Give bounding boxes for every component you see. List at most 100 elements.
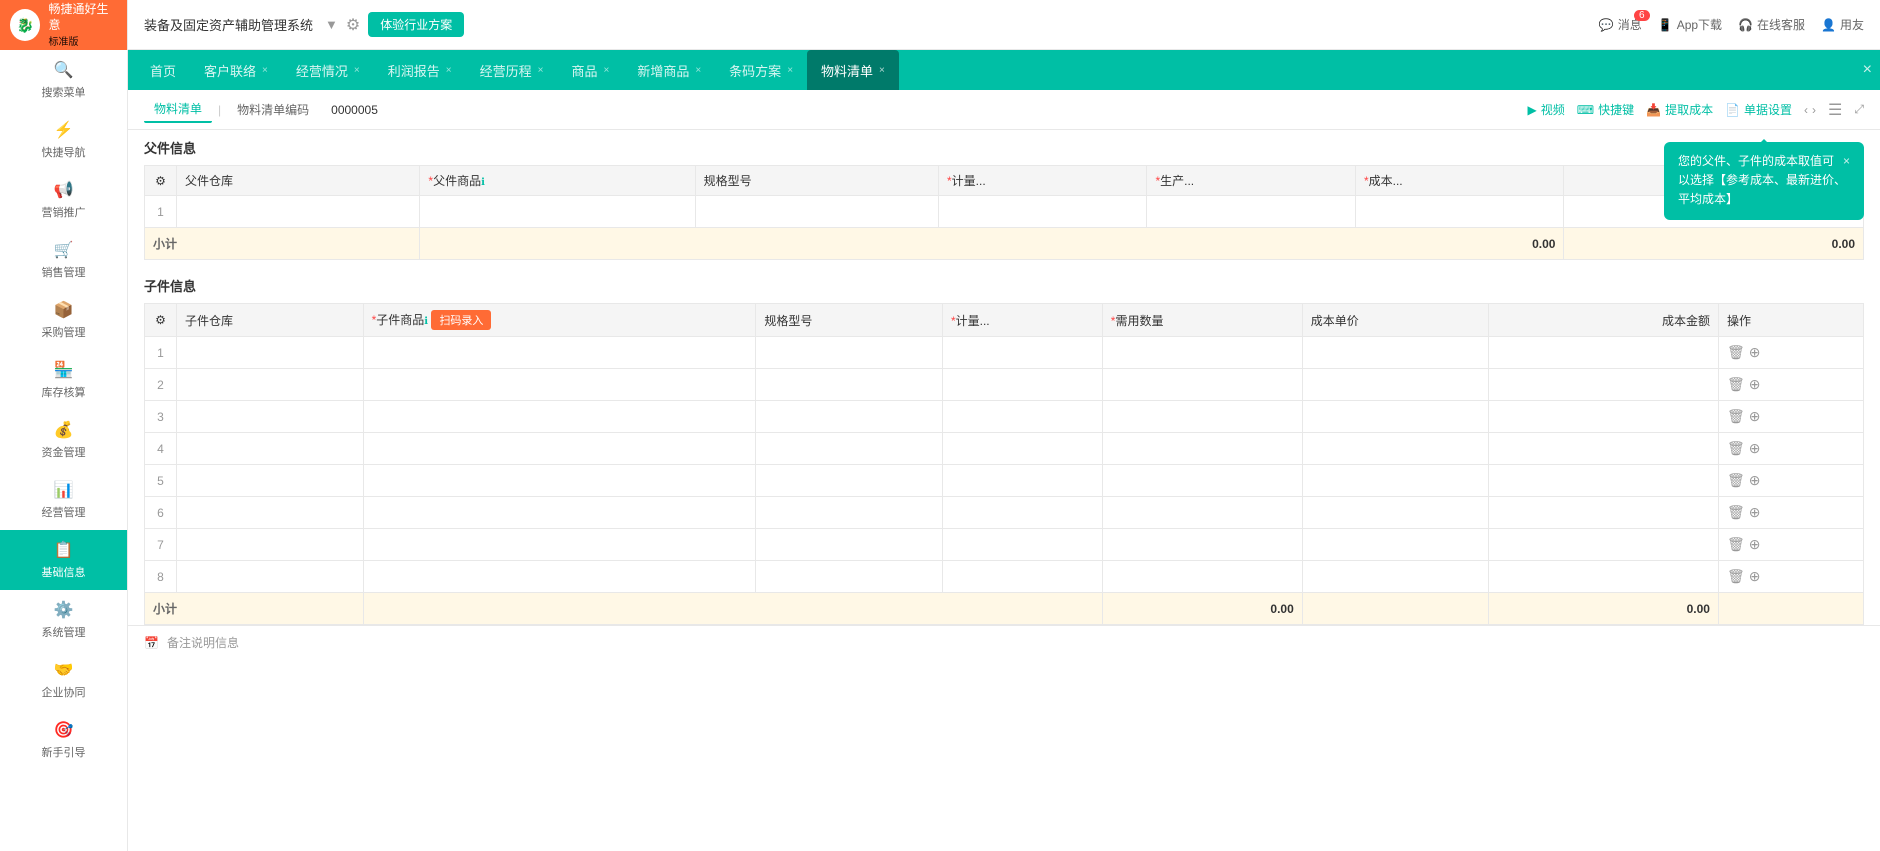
copy-row-button[interactable]: ⊕ bbox=[1749, 408, 1761, 425]
child-row-unit-cost[interactable] bbox=[1302, 465, 1489, 497]
child-row-qty[interactable] bbox=[942, 433, 1102, 465]
tab-add-goods[interactable]: 新增商品 × bbox=[623, 50, 715, 90]
child-row-warehouse[interactable] bbox=[177, 401, 364, 433]
child-row-qty[interactable] bbox=[942, 497, 1102, 529]
tab-goods[interactable]: 商品 × bbox=[557, 50, 623, 90]
child-row-qty[interactable] bbox=[942, 529, 1102, 561]
tab-profit-report-close[interactable]: × bbox=[446, 65, 452, 76]
child-row-spec[interactable] bbox=[756, 337, 943, 369]
tab-operation-history[interactable]: 经营历程 × bbox=[466, 50, 558, 90]
delete-row-button[interactable]: 🗑 bbox=[1727, 376, 1745, 393]
child-row-qty[interactable] bbox=[942, 401, 1102, 433]
single-settings-button[interactable]: 📄 单据设置 bbox=[1725, 101, 1792, 118]
shortcut-button[interactable]: ⌨ 快捷键 bbox=[1577, 101, 1634, 118]
child-row-unit-cost[interactable] bbox=[1302, 561, 1489, 593]
nav-prev-button[interactable]: ‹ bbox=[1804, 103, 1808, 117]
child-row-unit-cost[interactable] bbox=[1302, 529, 1489, 561]
sub-tab-bom-list[interactable]: 物料清单 bbox=[144, 96, 212, 123]
sidebar-item-inventory[interactable]: 🏪 库存核算 bbox=[0, 350, 127, 410]
sidebar-item-system[interactable]: ⚙️ 系统管理 bbox=[0, 590, 127, 650]
child-row-goods[interactable] bbox=[363, 529, 756, 561]
online-service-button[interactable]: 🎧 在线客服 bbox=[1738, 16, 1805, 33]
child-row-needed-qty[interactable] bbox=[1102, 433, 1302, 465]
child-row-unit-cost[interactable] bbox=[1302, 401, 1489, 433]
parent-row-spec[interactable] bbox=[695, 196, 938, 228]
child-row-goods[interactable] bbox=[363, 497, 756, 529]
tab-add-goods-close[interactable]: × bbox=[695, 65, 701, 76]
child-row-warehouse[interactable] bbox=[177, 433, 364, 465]
child-row-qty[interactable] bbox=[942, 337, 1102, 369]
child-row-needed-qty[interactable] bbox=[1102, 401, 1302, 433]
sidebar-item-basic[interactable]: 📋 基础信息 bbox=[0, 530, 127, 590]
child-row-spec[interactable] bbox=[756, 561, 943, 593]
sidebar-item-marketing[interactable]: 📢 营销推广 bbox=[0, 170, 127, 230]
tab-bom-close[interactable]: × bbox=[879, 65, 885, 76]
close-all-tabs-button[interactable]: × bbox=[1863, 61, 1872, 79]
child-row-qty[interactable] bbox=[942, 369, 1102, 401]
tab-barcode[interactable]: 条码方案 × bbox=[715, 50, 807, 90]
child-row-goods[interactable] bbox=[363, 561, 756, 593]
nav-next-button[interactable]: › bbox=[1812, 103, 1816, 117]
message-button[interactable]: 💬 6 消息 bbox=[1599, 16, 1642, 33]
child-row-unit-cost[interactable] bbox=[1302, 369, 1489, 401]
fullscreen-button[interactable]: ⤢ bbox=[1854, 102, 1864, 117]
child-row-goods[interactable] bbox=[363, 369, 756, 401]
child-row-warehouse[interactable] bbox=[177, 337, 364, 369]
tab-customer[interactable]: 客户联络 × bbox=[190, 50, 282, 90]
delete-row-button[interactable]: 🗑 bbox=[1727, 344, 1745, 361]
copy-row-button[interactable]: ⊕ bbox=[1749, 376, 1761, 393]
child-row-goods[interactable] bbox=[363, 433, 756, 465]
child-row-warehouse[interactable] bbox=[177, 561, 364, 593]
delete-row-button[interactable]: 🗑 bbox=[1727, 408, 1745, 425]
child-row-unit-cost[interactable] bbox=[1302, 337, 1489, 369]
delete-row-button[interactable]: 🗑 bbox=[1727, 440, 1745, 457]
parent-row-cost[interactable] bbox=[1355, 196, 1563, 228]
delete-row-button[interactable]: 🗑 bbox=[1727, 536, 1745, 553]
tab-home[interactable]: 首页 bbox=[136, 50, 190, 90]
child-row-qty[interactable] bbox=[942, 561, 1102, 593]
settings-icon[interactable]: ⚙ bbox=[346, 15, 360, 35]
child-row-spec[interactable] bbox=[756, 465, 943, 497]
tab-goods-close[interactable]: × bbox=[603, 65, 609, 76]
child-row-needed-qty[interactable] bbox=[1102, 369, 1302, 401]
child-row-spec[interactable] bbox=[756, 401, 943, 433]
child-row-spec[interactable] bbox=[756, 529, 943, 561]
sidebar-item-operation[interactable]: 📊 经营管理 bbox=[0, 470, 127, 530]
copy-row-button[interactable]: ⊕ bbox=[1749, 440, 1761, 457]
tab-bom[interactable]: 物料清单 × bbox=[807, 50, 899, 90]
child-row-needed-qty[interactable] bbox=[1102, 465, 1302, 497]
sidebar-item-purchase[interactable]: 📦 采购管理 bbox=[0, 290, 127, 350]
sidebar-item-search[interactable]: 🔍 搜索菜单 bbox=[0, 50, 127, 110]
tooltip-close-button[interactable]: × bbox=[1843, 152, 1850, 171]
tab-customer-close[interactable]: × bbox=[262, 65, 268, 76]
copy-row-button[interactable]: ⊕ bbox=[1749, 344, 1761, 361]
copy-row-button[interactable]: ⊕ bbox=[1749, 504, 1761, 521]
extract-cost-button[interactable]: 📥 提取成本 bbox=[1646, 101, 1713, 118]
delete-row-button[interactable]: 🗑 bbox=[1727, 504, 1745, 521]
parent-row-warehouse[interactable] bbox=[177, 196, 420, 228]
sidebar-item-guide[interactable]: 🎯 新手引导 bbox=[0, 710, 127, 770]
child-row-unit-cost[interactable] bbox=[1302, 433, 1489, 465]
child-row-unit-cost[interactable] bbox=[1302, 497, 1489, 529]
sidebar-item-finance[interactable]: 💰 资金管理 bbox=[0, 410, 127, 470]
view-video-button[interactable]: ▶ 视频 bbox=[1528, 101, 1565, 118]
tab-operation-status-close[interactable]: × bbox=[354, 65, 360, 76]
sub-tab-bom-code[interactable]: 物料清单编码 bbox=[227, 97, 319, 122]
child-row-spec[interactable] bbox=[756, 497, 943, 529]
sidebar-item-collab[interactable]: 🤝 企业协同 bbox=[0, 650, 127, 710]
child-row-needed-qty[interactable] bbox=[1102, 561, 1302, 593]
system-dropdown-icon[interactable]: ▼ bbox=[325, 17, 338, 32]
child-row-needed-qty[interactable] bbox=[1102, 529, 1302, 561]
tab-barcode-close[interactable]: × bbox=[787, 65, 793, 76]
child-row-goods[interactable] bbox=[363, 465, 756, 497]
delete-row-button[interactable]: 🗑 bbox=[1727, 568, 1745, 585]
child-row-warehouse[interactable] bbox=[177, 497, 364, 529]
view-mode-button[interactable]: ☰ bbox=[1828, 100, 1842, 120]
trial-button[interactable]: 体验行业方案 bbox=[368, 12, 464, 37]
tab-operation-status[interactable]: 经营情况 × bbox=[282, 50, 374, 90]
parent-row-production[interactable] bbox=[1147, 196, 1355, 228]
tab-profit-report[interactable]: 利润报告 × bbox=[374, 50, 466, 90]
child-row-warehouse[interactable] bbox=[177, 369, 364, 401]
child-row-spec[interactable] bbox=[756, 433, 943, 465]
app-download-button[interactable]: 📱 App下载 bbox=[1658, 16, 1722, 33]
